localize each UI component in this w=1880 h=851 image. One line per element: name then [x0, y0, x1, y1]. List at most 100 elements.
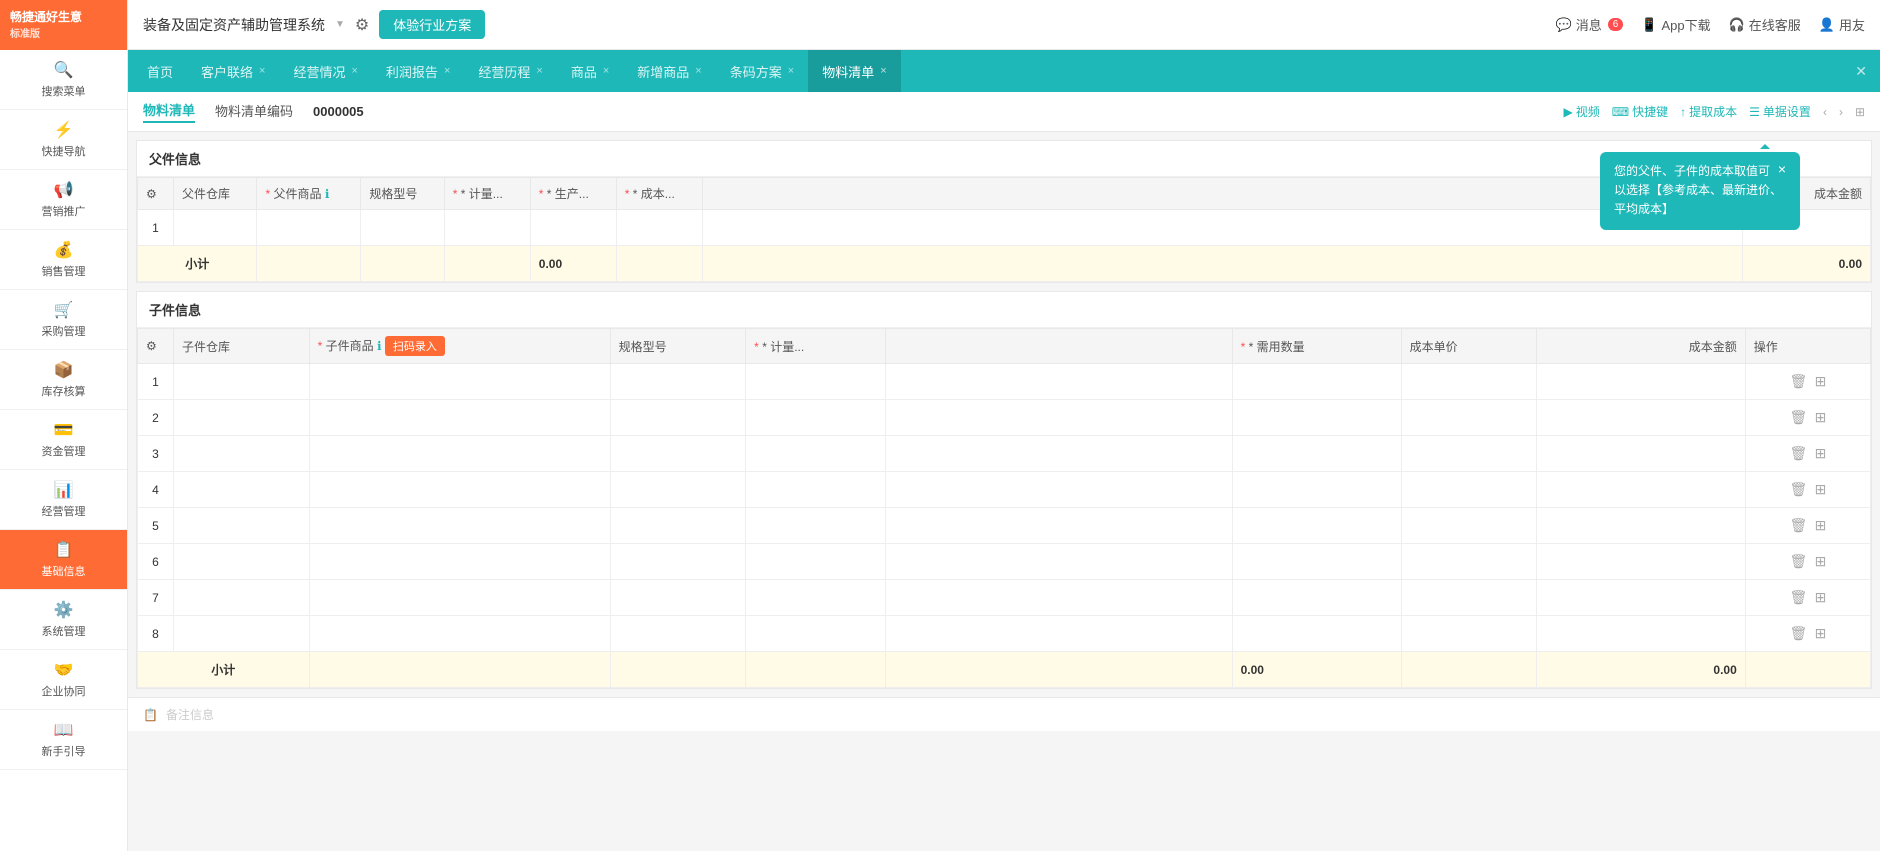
child-unit-cell[interactable]	[746, 436, 886, 472]
sidebar-item-sales[interactable]: 💰 销售管理	[0, 230, 127, 290]
delete-icon[interactable]: 🗑	[1789, 625, 1807, 641]
close-icon[interactable]: ×	[351, 65, 357, 77]
child-qty-cell[interactable]	[1232, 400, 1401, 436]
child-product-cell[interactable]	[309, 436, 610, 472]
child-warehouse-cell[interactable]	[174, 436, 310, 472]
copy-icon[interactable]: ⊞	[1815, 481, 1827, 497]
parent-cost-cell[interactable]	[616, 210, 702, 246]
child-product-cell[interactable]	[309, 472, 610, 508]
close-icon[interactable]: ×	[603, 65, 609, 77]
close-icon[interactable]: ×	[788, 65, 794, 77]
child-warehouse-cell[interactable]	[174, 508, 310, 544]
nav-next-icon[interactable]: ›	[1839, 105, 1843, 119]
child-qty-cell[interactable]	[1232, 580, 1401, 616]
shortcut-btn[interactable]: ⌨ 快捷键	[1612, 103, 1668, 120]
sidebar-item-quick-nav[interactable]: ⚡ 快捷导航	[0, 110, 127, 170]
child-unitcost-cell[interactable]	[1401, 436, 1537, 472]
close-icon[interactable]: ×	[259, 65, 265, 77]
close-icon[interactable]: ×	[880, 65, 886, 77]
tab-barcode[interactable]: 条码方案 ×	[716, 50, 808, 92]
parent-proddate-cell[interactable]	[530, 210, 616, 246]
sidebar-item-system[interactable]: ⚙️ 系统管理	[0, 590, 127, 650]
child-unit-cell[interactable]	[746, 580, 886, 616]
sidebar-item-search[interactable]: 🔍 搜索菜单	[0, 50, 127, 110]
child-unit-cell[interactable]	[746, 508, 886, 544]
sidebar-item-guide[interactable]: 📖 新手引导	[0, 710, 127, 770]
parent-warehouse-cell[interactable]	[174, 210, 257, 246]
sub-tab-code[interactable]: 物料清单编码	[215, 101, 293, 122]
child-unit-cell[interactable]	[746, 616, 886, 652]
child-qty-cell[interactable]	[1232, 472, 1401, 508]
tab-biz-history[interactable]: 经营历程 ×	[464, 50, 556, 92]
delete-icon[interactable]: 🗑	[1789, 445, 1807, 461]
child-spec-cell[interactable]	[610, 616, 746, 652]
child-qty-cell[interactable]	[1232, 364, 1401, 400]
nav-prev-icon[interactable]: ‹	[1823, 105, 1827, 119]
child-spec-cell[interactable]	[610, 580, 746, 616]
settings-icon[interactable]: ⚙	[355, 15, 369, 35]
message-item[interactable]: 💬 消息 6	[1556, 15, 1624, 34]
sidebar-item-marketing[interactable]: 📢 营销推广	[0, 170, 127, 230]
child-spec-cell[interactable]	[610, 436, 746, 472]
tab-bom[interactable]: 物料清单 ×	[808, 50, 900, 92]
delete-icon[interactable]: 🗑	[1789, 373, 1807, 389]
delete-icon[interactable]: 🗑	[1789, 589, 1807, 605]
child-warehouse-cell[interactable]	[174, 580, 310, 616]
parent-product-cell[interactable]	[257, 210, 361, 246]
child-spec-cell[interactable]	[610, 400, 746, 436]
child-product-cell[interactable]	[309, 508, 610, 544]
close-icon[interactable]: ×	[536, 65, 542, 77]
sidebar-item-finance[interactable]: 💳 资金管理	[0, 410, 127, 470]
child-qty-cell[interactable]	[1232, 616, 1401, 652]
copy-icon[interactable]: ⊞	[1815, 589, 1827, 605]
parent-col-settings[interactable]: ⚙	[138, 178, 174, 210]
copy-icon[interactable]: ⊞	[1815, 553, 1827, 569]
tab-home[interactable]: 首页	[133, 50, 187, 92]
try-button[interactable]: 体验行业方案	[379, 10, 485, 39]
extract-cost-btn[interactable]: ↑ 提取成本	[1680, 103, 1737, 120]
tab-new-product[interactable]: 新增商品 ×	[623, 50, 715, 92]
app-download-item[interactable]: 📱 App下载	[1641, 15, 1710, 34]
delete-icon[interactable]: 🗑	[1789, 517, 1807, 533]
grid-icon[interactable]: ⊞	[1855, 105, 1865, 119]
child-unitcost-cell[interactable]	[1401, 580, 1537, 616]
child-product-cell[interactable]	[309, 364, 610, 400]
child-warehouse-cell[interactable]	[174, 472, 310, 508]
child-warehouse-cell[interactable]	[174, 616, 310, 652]
dropdown-arrow-icon[interactable]: ▼	[335, 19, 345, 30]
sidebar-item-basic[interactable]: 📋 基础信息	[0, 530, 127, 590]
delete-icon[interactable]: 🗑	[1789, 409, 1807, 425]
tab-product[interactable]: 商品 ×	[557, 50, 623, 92]
close-icon[interactable]: ×	[695, 65, 701, 77]
scan-button[interactable]: 扫码录入	[385, 336, 445, 356]
child-unitcost-cell[interactable]	[1401, 472, 1537, 508]
copy-icon[interactable]: ⊞	[1815, 409, 1827, 425]
child-spec-cell[interactable]	[610, 544, 746, 580]
online-service-item[interactable]: 🎧 在线客服	[1729, 15, 1801, 34]
copy-icon[interactable]: ⊞	[1815, 373, 1827, 389]
tooltip-close-icon[interactable]: ×	[1778, 162, 1786, 176]
sub-tab-bom[interactable]: 物料清单	[143, 100, 195, 123]
tab-biz-status[interactable]: 经营情况 ×	[279, 50, 371, 92]
child-qty-cell[interactable]	[1232, 508, 1401, 544]
child-qty-cell[interactable]	[1232, 544, 1401, 580]
child-product-cell[interactable]	[309, 544, 610, 580]
child-product-cell[interactable]	[309, 580, 610, 616]
child-spec-cell[interactable]	[610, 364, 746, 400]
child-unit-cell[interactable]	[746, 400, 886, 436]
close-icon[interactable]: ×	[444, 65, 450, 77]
user-item[interactable]: 👤 用友	[1819, 15, 1865, 34]
delete-icon[interactable]: 🗑	[1789, 481, 1807, 497]
child-warehouse-cell[interactable]	[174, 400, 310, 436]
copy-icon[interactable]: ⊞	[1815, 445, 1827, 461]
close-all-tabs[interactable]: ✕	[1847, 63, 1875, 80]
copy-icon[interactable]: ⊞	[1815, 625, 1827, 641]
parent-spec-cell[interactable]	[361, 210, 444, 246]
child-unitcost-cell[interactable]	[1401, 544, 1537, 580]
sidebar-item-collab[interactable]: 🤝 企业协同	[0, 650, 127, 710]
child-unitcost-cell[interactable]	[1401, 364, 1537, 400]
child-unitcost-cell[interactable]	[1401, 508, 1537, 544]
child-unit-cell[interactable]	[746, 364, 886, 400]
child-unitcost-cell[interactable]	[1401, 400, 1537, 436]
child-unitcost-cell[interactable]	[1401, 616, 1537, 652]
